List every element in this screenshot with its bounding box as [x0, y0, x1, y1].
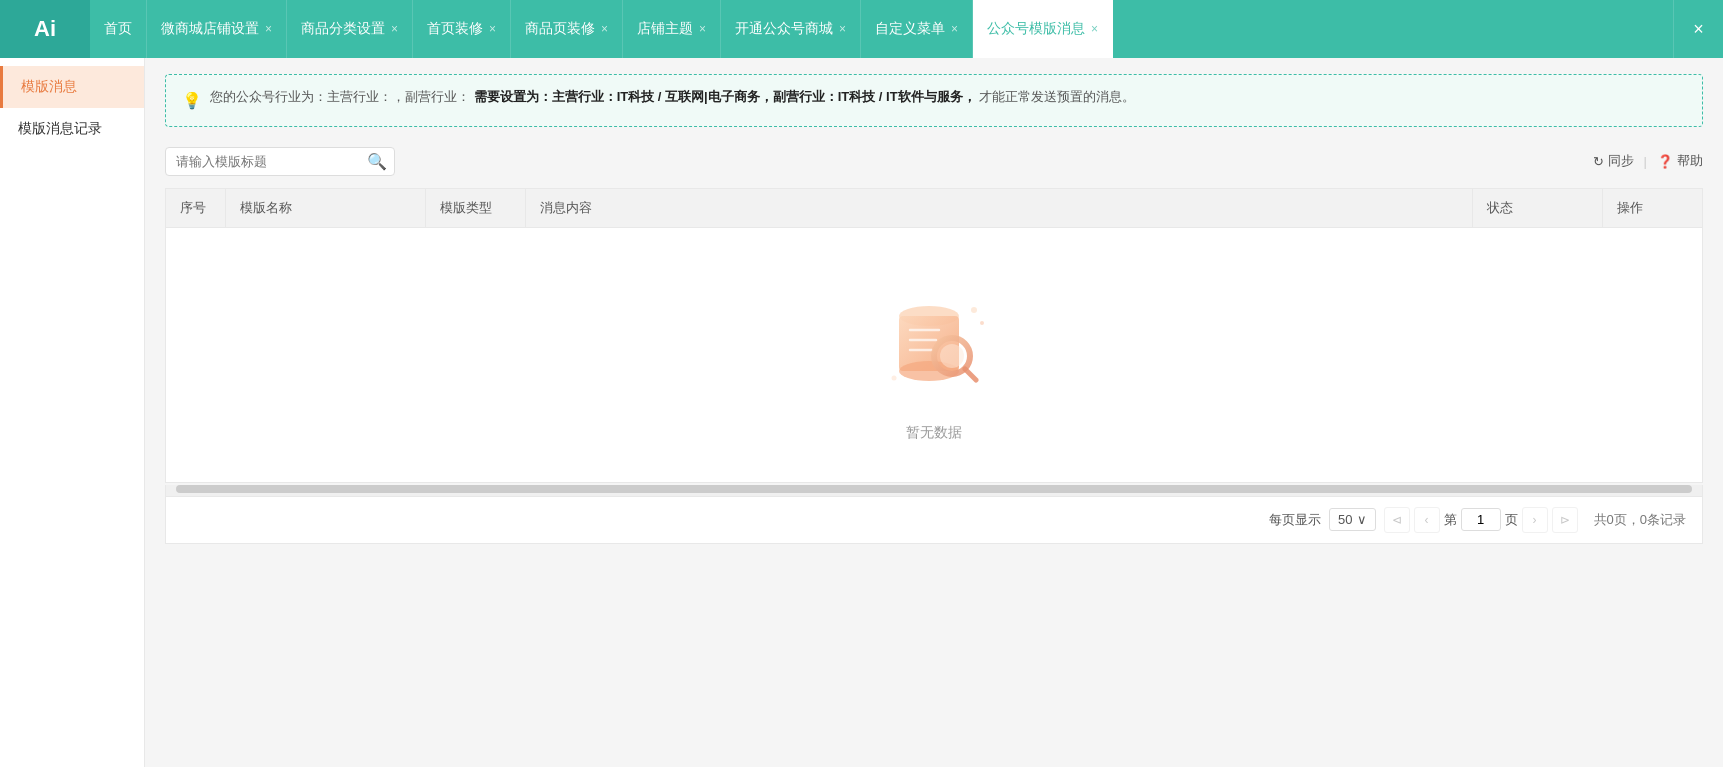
horizontal-scrollbar[interactable]: [165, 485, 1703, 497]
svg-point-10: [980, 321, 984, 325]
content-area: 💡 您的公众号行业为：主营行业：，副营行业： 需要设置为：主营行业：IT科技 /…: [145, 58, 1723, 767]
col-header-type: 模版类型: [426, 188, 526, 227]
help-button[interactable]: ❓ 帮助: [1657, 152, 1703, 170]
tab-shop-theme[interactable]: 店铺主题 ×: [623, 0, 721, 58]
per-page-value: 50: [1338, 512, 1352, 527]
svg-point-9: [971, 307, 977, 313]
last-page-button[interactable]: ⊳: [1552, 507, 1578, 533]
pagination-navigation: ⊲ ‹ 第 页 › ⊳: [1384, 507, 1578, 533]
data-table: 序号 模版名称 模版类型 消息内容 状态 操作: [165, 188, 1703, 483]
notice-icon: 💡: [182, 88, 202, 114]
page-label-after: 页: [1505, 511, 1518, 529]
empty-state: 暂无数据: [166, 228, 1702, 482]
chevron-down-icon: ∨: [1357, 512, 1367, 527]
empty-state-row: 暂无数据: [166, 227, 1703, 482]
search-bar: 🔍 ↻ 同步 | ❓ 帮助: [165, 147, 1703, 176]
help-label: 帮助: [1677, 152, 1703, 170]
page-number-input[interactable]: [1461, 508, 1501, 531]
search-icon[interactable]: 🔍: [367, 152, 387, 171]
total-info: 共0页，0条记录: [1594, 511, 1686, 529]
col-header-index: 序号: [166, 188, 226, 227]
close-tab-template-msg[interactable]: ×: [1091, 22, 1098, 36]
app-logo: Ai: [0, 0, 90, 58]
sync-button[interactable]: ↻ 同步: [1593, 152, 1634, 170]
prev-page-button[interactable]: ‹: [1414, 507, 1440, 533]
col-header-action: 操作: [1603, 188, 1703, 227]
tab-home-decoration[interactable]: 首页装修 ×: [413, 0, 511, 58]
global-close-button[interactable]: ×: [1673, 0, 1723, 58]
tab-open-mall[interactable]: 开通公众号商城 ×: [721, 0, 861, 58]
tab-product-decoration[interactable]: 商品页装修 ×: [511, 0, 623, 58]
main-layout: 模版消息 模版消息记录 💡 您的公众号行业为：主营行业：，副营行业： 需要设置为…: [0, 58, 1723, 767]
notice-highlight: 需要设置为：主营行业：IT科技 / 互联网|电子商务，副营行业：IT科技 / I…: [474, 89, 976, 104]
scrollbar-thumb[interactable]: [176, 485, 1692, 493]
page-label-before: 第: [1444, 511, 1457, 529]
col-header-name: 模版名称: [226, 188, 426, 227]
svg-point-11: [892, 375, 897, 380]
close-tab-product-decoration[interactable]: ×: [601, 22, 608, 36]
empty-state-icon: [874, 288, 994, 408]
tab-shop-settings[interactable]: 微商城店铺设置 ×: [147, 0, 287, 58]
sidebar-item-template-message[interactable]: 模版消息: [0, 66, 144, 108]
notice-suffix: 才能正常发送预置的消息。: [979, 89, 1135, 104]
tab-custom-menu[interactable]: 自定义菜单 ×: [861, 0, 973, 58]
col-header-content: 消息内容: [526, 188, 1473, 227]
top-navigation: Ai 首页 微商城店铺设置 × 商品分类设置 × 首页装修 × 商品页装修 × …: [0, 0, 1723, 58]
sync-label: 同步: [1608, 152, 1634, 170]
first-page-button[interactable]: ⊲: [1384, 507, 1410, 533]
svg-point-7: [940, 344, 964, 368]
close-tab-custom-menu[interactable]: ×: [951, 22, 958, 36]
tab-template-msg[interactable]: 公众号模版消息 ×: [973, 0, 1113, 58]
notice-prefix: 您的公众号行业为：主营行业：，副营行业：: [210, 89, 470, 104]
search-bar-right: ↻ 同步 | ❓ 帮助: [1593, 152, 1703, 170]
table-header-row: 序号 模版名称 模版类型 消息内容 状态 操作: [166, 188, 1703, 227]
empty-text: 暂无数据: [906, 424, 962, 442]
close-tab-shop-theme[interactable]: ×: [699, 22, 706, 36]
sync-icon: ↻: [1593, 154, 1604, 169]
close-tab-shop-settings[interactable]: ×: [265, 22, 272, 36]
page-input-wrapper: 第 页: [1444, 508, 1518, 531]
per-page-label: 每页显示: [1269, 511, 1321, 529]
per-page-select[interactable]: 50 ∨: [1329, 508, 1375, 531]
help-icon: ❓: [1657, 154, 1673, 169]
nav-tabs-container: 首页 微商城店铺设置 × 商品分类设置 × 首页装修 × 商品页装修 × 店铺主…: [90, 0, 1673, 58]
notice-banner: 💡 您的公众号行业为：主营行业：，副营行业： 需要设置为：主营行业：IT科技 /…: [165, 74, 1703, 127]
search-input[interactable]: [165, 147, 395, 176]
next-page-button[interactable]: ›: [1522, 507, 1548, 533]
sidebar-item-template-message-log[interactable]: 模版消息记录: [0, 108, 144, 150]
col-header-status: 状态: [1473, 188, 1603, 227]
toolbar-divider: |: [1644, 154, 1647, 169]
pagination-bar: 每页显示 50 ∨ ⊲ ‹ 第 页 › ⊳ 共0页，0条记录: [165, 497, 1703, 544]
tab-home[interactable]: 首页: [90, 0, 147, 58]
search-input-wrapper: 🔍: [165, 147, 395, 176]
tab-category-settings[interactable]: 商品分类设置 ×: [287, 0, 413, 58]
svg-line-8: [965, 369, 976, 380]
close-tab-category-settings[interactable]: ×: [391, 22, 398, 36]
close-tab-open-mall[interactable]: ×: [839, 22, 846, 36]
sidebar: 模版消息 模版消息记录: [0, 58, 145, 767]
search-bar-left: 🔍: [165, 147, 395, 176]
close-tab-home-decoration[interactable]: ×: [489, 22, 496, 36]
